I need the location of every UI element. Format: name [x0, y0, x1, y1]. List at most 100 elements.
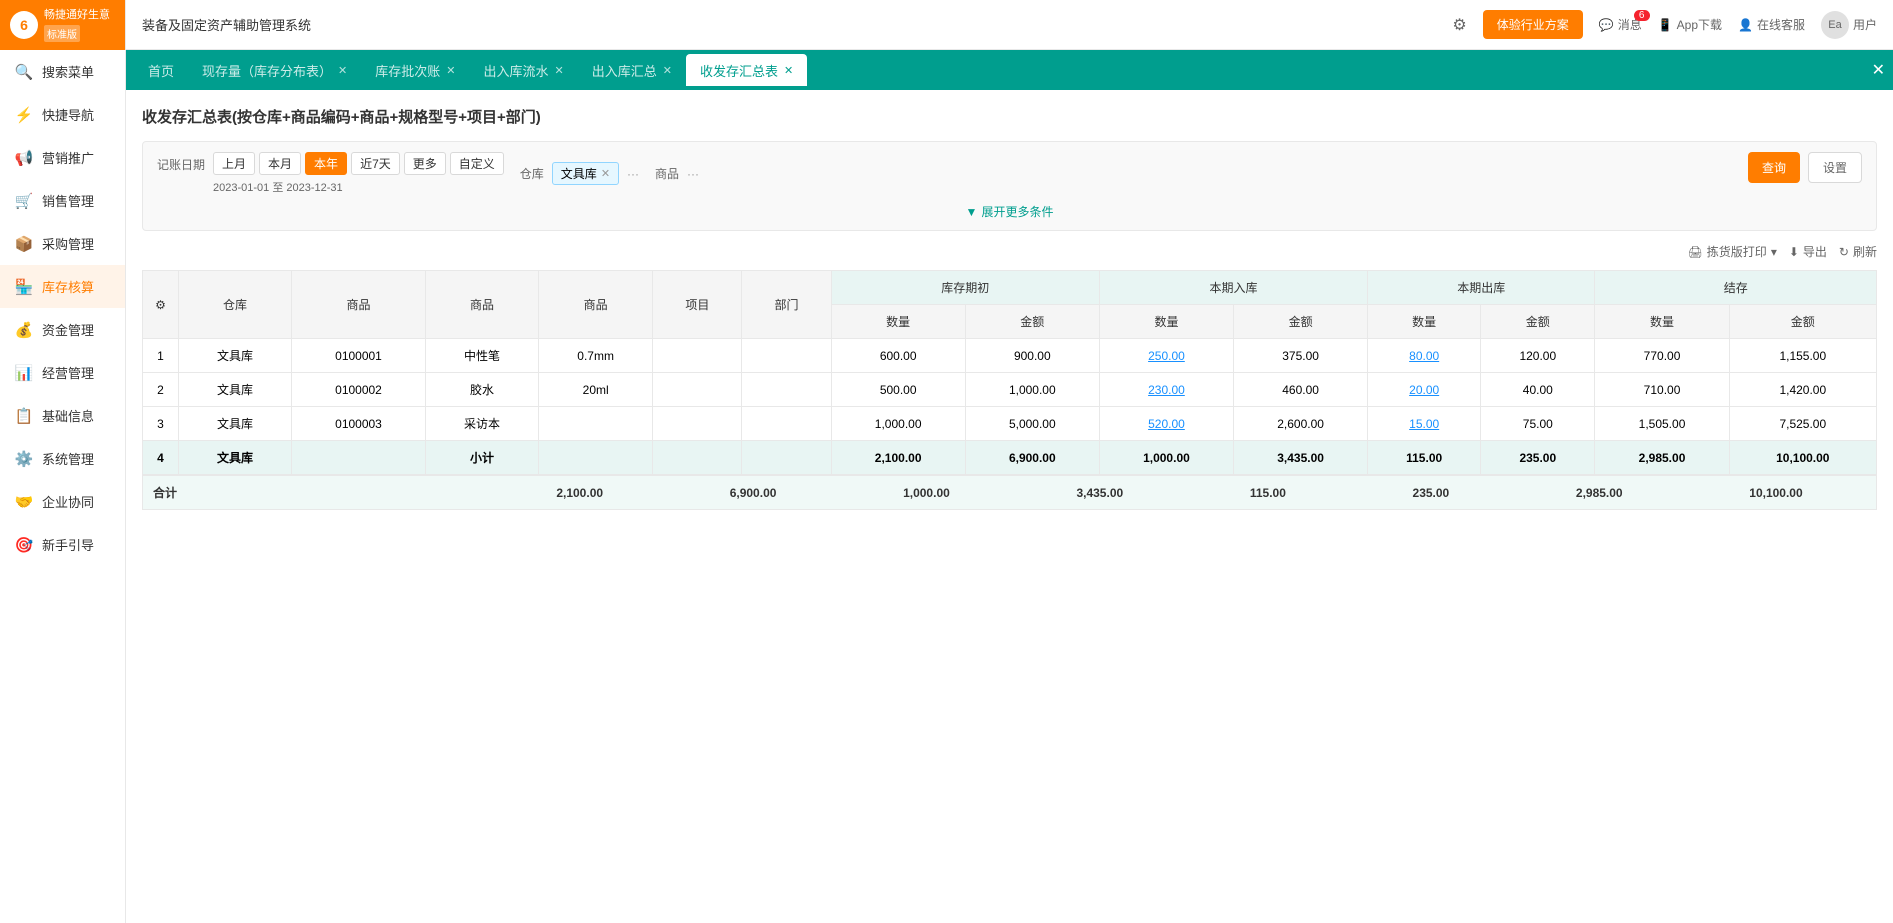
cell-out_qty: 115.00 — [1368, 441, 1481, 475]
tab-summary[interactable]: 出入库汇总 ✕ — [578, 54, 686, 86]
tab-summary-label: 出入库汇总 — [592, 61, 657, 80]
sidebar-item-marketing[interactable]: 📢 营销推广 — [0, 136, 125, 179]
cell-in_qty[interactable]: 520.00 — [1099, 407, 1233, 441]
sidebar-item-search[interactable]: 🔍 搜索菜单 — [0, 50, 125, 93]
export-label: 导出 — [1803, 243, 1827, 260]
cell-project — [653, 339, 742, 373]
print-btn[interactable]: 🖨 拣货版打印 ▾ — [1688, 243, 1777, 260]
cell-product_code — [291, 441, 425, 475]
sidebar-item-guide[interactable]: 🎯 新手引导 — [0, 523, 125, 566]
export-icon: ⬇ — [1789, 245, 1799, 259]
cell-project — [653, 441, 742, 475]
col-group-period-in: 本期入库 — [1099, 271, 1367, 305]
export-btn[interactable]: ⬇ 导出 — [1789, 243, 1827, 260]
tab-home[interactable]: 首页 — [134, 54, 188, 86]
tab-inventory-dist-label: 现存量（库存分布表） — [202, 61, 332, 80]
online-service-action[interactable]: 👤 在线客服 — [1738, 16, 1805, 33]
cell-in_qty[interactable]: 250.00 — [1099, 339, 1233, 373]
cell-product_spec: 0.7mm — [539, 339, 653, 373]
sidebar-item-label: 库存核算 — [42, 277, 94, 296]
topbar-actions: 💬 消息 6 📱 App下载 👤 在线客服 Ea 用户 — [1599, 11, 1877, 39]
cell-product_spec — [539, 441, 653, 475]
cell-product_name: 胶水 — [426, 373, 539, 407]
date-btn-more[interactable]: 更多 — [404, 152, 446, 175]
col-group-period-out: 本期出库 — [1368, 271, 1595, 305]
cell-in_amt: 460.00 — [1234, 373, 1368, 407]
tab-recv-send[interactable]: 收发存汇总表 ✕ — [686, 54, 807, 86]
footer-out-amt: 235.00 — [1413, 486, 1450, 500]
col-project: 项目 — [653, 271, 742, 339]
cell-out_amt: 120.00 — [1481, 339, 1595, 373]
cell-out_qty[interactable]: 20.00 — [1368, 373, 1481, 407]
sidebar-item-purchase[interactable]: 📦 采购管理 — [0, 222, 125, 265]
tab-flow-label: 出入库流水 — [483, 61, 548, 80]
cell-closing_amt: 1,155.00 — [1729, 339, 1876, 373]
tab-flow[interactable]: 出入库流水 ✕ — [469, 54, 577, 86]
cell-closing_qty: 1,505.00 — [1595, 407, 1729, 441]
col-product-spec: 商品 — [539, 271, 653, 339]
message-badge: 6 — [1634, 10, 1650, 21]
date-btn-custom[interactable]: 自定义 — [450, 152, 504, 175]
close-all-tabs-btn[interactable]: ✕ — [1872, 60, 1885, 80]
sidebar-item-cooperation[interactable]: 🤝 企业协同 — [0, 480, 125, 523]
col-settings: ⚙ — [143, 271, 179, 339]
print-icon: 🖨 — [1688, 245, 1703, 259]
tab-close-icon[interactable]: ✕ — [663, 64, 672, 77]
tab-inventory-dist[interactable]: 现存量（库存分布表） ✕ — [188, 54, 361, 86]
purchase-icon: 📦 — [14, 235, 34, 253]
cell-product_code: 0100003 — [291, 407, 425, 441]
sidebar-item-operation[interactable]: 📊 经营管理 — [0, 351, 125, 394]
cell-warehouse: 文具库 — [179, 373, 292, 407]
topbar: 装备及固定资产辅助管理系统 ⚙ 体验行业方案 💬 消息 6 📱 App下载 👤 … — [126, 0, 1893, 50]
sidebar-item-sales[interactable]: 🛒 销售管理 — [0, 179, 125, 222]
refresh-label: 刷新 — [1853, 243, 1877, 260]
app-download-icon: 📱 — [1658, 18, 1673, 32]
table-row: 1文具库0100001中性笔0.7mm600.00900.00250.00375… — [143, 339, 1877, 373]
date-btn-this-month[interactable]: 本月 — [259, 152, 301, 175]
sidebar-item-system[interactable]: ⚙️ 系统管理 — [0, 437, 125, 480]
tabbar: 首页 现存量（库存分布表） ✕ 库存批次账 ✕ 出入库流水 ✕ 出入库汇总 ✕ … — [126, 50, 1893, 90]
basic-icon: 📋 — [14, 407, 34, 425]
sidebar-item-basic[interactable]: 📋 基础信息 — [0, 394, 125, 437]
warehouse-tag-close[interactable]: ✕ — [601, 167, 610, 180]
query-button[interactable]: 查询 — [1748, 152, 1800, 183]
cell-out_qty[interactable]: 80.00 — [1368, 339, 1481, 373]
sidebar-item-label: 销售管理 — [42, 191, 94, 210]
app-subtitle: 标准版 — [44, 25, 80, 42]
warehouse-more[interactable]: ··· — [627, 167, 639, 181]
cell-in_qty[interactable]: 230.00 — [1099, 373, 1233, 407]
service-icon: 👤 — [1738, 18, 1753, 32]
date-btn-last-month[interactable]: 上月 — [213, 152, 255, 175]
cell-department — [742, 441, 831, 475]
tab-batch-account-label: 库存批次账 — [375, 61, 440, 80]
tab-close-icon[interactable]: ✕ — [784, 64, 793, 77]
app-download-action[interactable]: 📱 App下载 — [1658, 16, 1722, 33]
date-btn-7days[interactable]: 近7天 — [351, 152, 400, 175]
app-name: 畅捷通好生意 — [44, 8, 110, 22]
sidebar-item-inventory[interactable]: 🏪 库存核算 — [0, 265, 125, 308]
experience-btn[interactable]: 体验行业方案 — [1483, 10, 1583, 39]
user-action[interactable]: Ea 用户 — [1821, 11, 1877, 39]
tab-close-icon[interactable]: ✕ — [446, 64, 455, 77]
date-btn-this-year[interactable]: 本年 — [305, 152, 347, 175]
message-action[interactable]: 💬 消息 6 — [1599, 16, 1642, 33]
tab-recv-send-label: 收发存汇总表 — [700, 61, 778, 80]
content-area: 收发存汇总表(按仓库+商品编码+商品+规格型号+项目+部门) 记账日期 上月 本… — [126, 90, 1893, 923]
tab-close-icon[interactable]: ✕ — [338, 64, 347, 77]
cell-opening_qty: 600.00 — [831, 339, 965, 373]
cell-out_qty[interactable]: 15.00 — [1368, 407, 1481, 441]
tab-batch-account[interactable]: 库存批次账 ✕ — [361, 54, 469, 86]
sales-icon: 🛒 — [14, 192, 34, 210]
refresh-btn[interactable]: ↻ 刷新 — [1839, 243, 1877, 260]
set-button[interactable]: 设置 — [1808, 152, 1862, 183]
sidebar-item-finance[interactable]: 💰 资金管理 — [0, 308, 125, 351]
sidebar-item-quick-nav[interactable]: ⚡ 快捷导航 — [0, 93, 125, 136]
cell-product_code: 0100001 — [291, 339, 425, 373]
settings-icon[interactable]: ⚙ — [1452, 15, 1466, 35]
tab-close-icon[interactable]: ✕ — [555, 64, 564, 77]
sidebar-item-label: 采购管理 — [42, 234, 94, 253]
expand-filter-btn[interactable]: ▼ 展开更多条件 — [157, 203, 1862, 220]
finance-icon: 💰 — [14, 321, 34, 339]
cooperation-icon: 🤝 — [14, 493, 34, 511]
product-more[interactable]: ··· — [687, 167, 699, 181]
